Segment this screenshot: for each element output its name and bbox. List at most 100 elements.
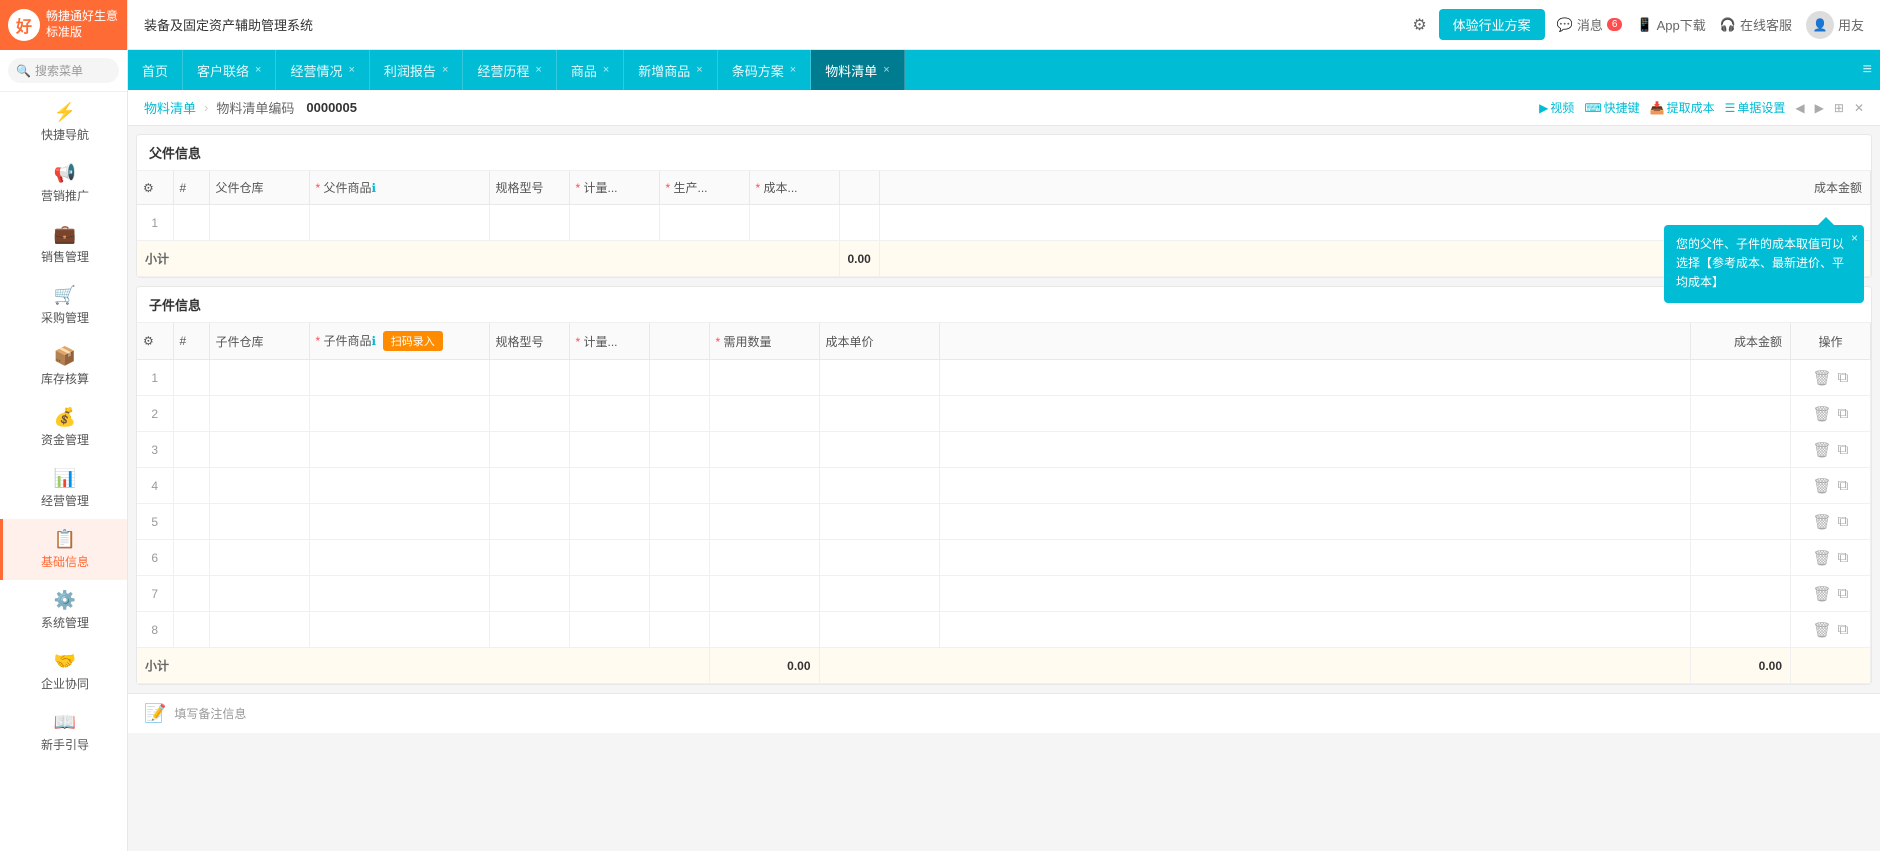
quick-nav-icon: ⚡	[54, 102, 76, 123]
search-icon: 🔍	[16, 64, 31, 78]
copy-icon-2[interactable]: ⧉	[1838, 405, 1849, 422]
child-row-1: 1 🗑 ⧉	[137, 360, 1871, 396]
tab-profit[interactable]: 利润报告 ×	[370, 50, 463, 90]
parent-row-1-warehouse[interactable]	[209, 205, 309, 241]
sidebar-item-enterprise[interactable]: 🤝 企业协同	[0, 641, 127, 702]
expand-btn[interactable]: ⊞	[1834, 101, 1844, 115]
child-row-2-num: 2	[137, 396, 173, 432]
child-col-unit: * 计量...	[569, 323, 649, 360]
child-row-1-unit-price[interactable]	[819, 360, 939, 396]
tabs-more-btn[interactable]: ≡	[1855, 61, 1880, 79]
scan-input-btn[interactable]: 扫码录入	[383, 331, 443, 351]
parent-row-1-unit[interactable]	[569, 205, 659, 241]
delete-icon-5[interactable]: 🗑	[1813, 513, 1832, 531]
copy-icon-3[interactable]: ⧉	[1838, 441, 1849, 458]
child-row-5: 5 🗑 ⧉	[137, 504, 1871, 540]
view-action[interactable]: ▶ 视频	[1539, 99, 1574, 116]
delete-icon-7[interactable]: 🗑	[1813, 585, 1832, 603]
child-subtotal-label: 小计	[137, 648, 709, 684]
child-row-1-sp1	[649, 360, 709, 396]
delete-icon-1[interactable]: 🗑	[1813, 369, 1832, 387]
tab-history[interactable]: 经营历程 ×	[463, 50, 556, 90]
sidebar-item-guide[interactable]: 📖 新手引导	[0, 702, 127, 763]
tab-operations-close[interactable]: ×	[348, 64, 354, 76]
online-support-btn[interactable]: 🎧 在线客服	[1720, 15, 1792, 34]
search-menu-btn[interactable]: 🔍 搜索菜单	[8, 58, 119, 83]
settings-icon[interactable]: ⚙	[1412, 15, 1426, 35]
copy-icon-6[interactable]: ⧉	[1838, 549, 1849, 566]
nav-next-btn[interactable]: ▶	[1815, 101, 1824, 115]
child-row-7-num: 7	[137, 576, 173, 612]
tab-history-close[interactable]: ×	[535, 64, 541, 76]
system-title: 装备及固定资产辅助管理系统	[144, 15, 1400, 34]
tab-new-goods[interactable]: 新增商品 ×	[624, 50, 717, 90]
page-header: 物料清单 › 物料清单编码 0000005 ▶ 视频 ⌨ 快捷键 📥 提取成本 …	[128, 90, 1880, 126]
nav-prev-btn[interactable]: ◀	[1795, 101, 1804, 115]
tab-bom-close[interactable]: ×	[883, 64, 889, 76]
child-col-gear[interactable]: ⚙	[137, 323, 173, 360]
tab-operations[interactable]: 经营情况 ×	[276, 50, 369, 90]
message-btn[interactable]: 💬 消息 6	[1557, 15, 1623, 34]
tab-home[interactable]: 首页	[128, 50, 183, 90]
copy-icon-4[interactable]: ⧉	[1838, 477, 1849, 494]
child-row-1-warehouse[interactable]	[209, 360, 309, 396]
child-row-1-unit[interactable]	[569, 360, 649, 396]
delete-icon-6[interactable]: 🗑	[1813, 549, 1832, 567]
child-row-1-qty[interactable]	[709, 360, 819, 396]
copy-icon-8[interactable]: ⧉	[1838, 621, 1849, 638]
parent-row-1-product[interactable]	[309, 205, 489, 241]
child-row-6-num: 6	[137, 540, 173, 576]
child-row-8-num: 8	[137, 612, 173, 648]
tab-barcode-close[interactable]: ×	[790, 64, 796, 76]
tab-goods-close[interactable]: ×	[603, 64, 609, 76]
parent-col-gear[interactable]: ⚙	[137, 171, 173, 205]
user-area[interactable]: 👤 用友	[1806, 11, 1864, 39]
sidebar-item-operations[interactable]: 📊 经营管理	[0, 458, 127, 519]
trial-btn[interactable]: 体验行业方案	[1439, 9, 1545, 40]
child-row-4: 4 🗑⧉	[137, 468, 1871, 504]
sidebar-item-quick-nav[interactable]: ⚡ 快捷导航	[0, 92, 127, 153]
delete-icon-2[interactable]: 🗑	[1813, 405, 1832, 423]
tab-barcode[interactable]: 条码方案 ×	[718, 50, 811, 90]
tab-bom[interactable]: 物料清单 ×	[811, 50, 904, 90]
parent-subtotal-spacer: 0.00	[839, 241, 879, 277]
tab-customer[interactable]: 客户联络 ×	[183, 50, 276, 90]
sidebar-item-sales[interactable]: 💼 销售管理	[0, 214, 127, 275]
sidebar-item-purchase[interactable]: 🛒 采购管理	[0, 275, 127, 336]
sidebar-item-marketing[interactable]: 📢 营销推广	[0, 153, 127, 214]
tooltip-close-btn[interactable]: ×	[1851, 229, 1858, 248]
child-col-ops: 操作	[1791, 323, 1871, 360]
tab-customer-close[interactable]: ×	[255, 64, 261, 76]
tab-new-goods-close[interactable]: ×	[696, 64, 702, 76]
app-download-btn[interactable]: 📱 App下载	[1636, 15, 1705, 34]
parent-section: 父件信息	[136, 134, 1872, 278]
sidebar-item-finance[interactable]: 💰 资金管理	[0, 397, 127, 458]
shortcut-action[interactable]: ⌨ 快捷键	[1584, 99, 1639, 116]
tab-profit-close[interactable]: ×	[442, 64, 448, 76]
sidebar-item-system[interactable]: ⚙️ 系统管理	[0, 580, 127, 641]
extract-cost-action[interactable]: 📥 提取成本	[1650, 99, 1715, 116]
copy-icon-5[interactable]: ⧉	[1838, 513, 1849, 530]
child-row-5-num: 5	[137, 504, 173, 540]
sidebar-item-basic-info[interactable]: 📋 基础信息	[0, 519, 127, 580]
tab-goods[interactable]: 商品 ×	[557, 50, 624, 90]
note-icon: 📝	[144, 703, 166, 724]
copy-icon-7[interactable]: ⧉	[1838, 585, 1849, 602]
breadcrumb-main[interactable]: 物料清单	[144, 98, 196, 117]
delete-icon-8[interactable]: 🗑	[1813, 621, 1832, 639]
sidebar-item-label-enterprise: 企业协同	[41, 675, 89, 692]
parent-row-1-production[interactable]	[659, 205, 749, 241]
child-row-1-num: 1	[137, 360, 173, 396]
delete-icon-3[interactable]: 🗑	[1813, 441, 1832, 459]
close-page-btn[interactable]: ✕	[1854, 101, 1864, 115]
copy-icon-1[interactable]: ⧉	[1838, 369, 1849, 386]
single-settings-action[interactable]: ☰ 单据设置	[1725, 99, 1786, 116]
delete-icon-4[interactable]: 🗑	[1813, 477, 1832, 495]
parent-row-1-cost[interactable]	[749, 205, 839, 241]
sidebar-item-label-quick-nav: 快捷导航	[41, 126, 89, 143]
tab-new-goods-label: 新增商品	[638, 61, 690, 80]
child-row-1-product[interactable]	[309, 360, 489, 396]
inventory-icon: 📦	[54, 346, 76, 367]
sidebar-item-inventory[interactable]: 📦 库存核算	[0, 336, 127, 397]
breadcrumb-sep: ›	[204, 100, 208, 115]
